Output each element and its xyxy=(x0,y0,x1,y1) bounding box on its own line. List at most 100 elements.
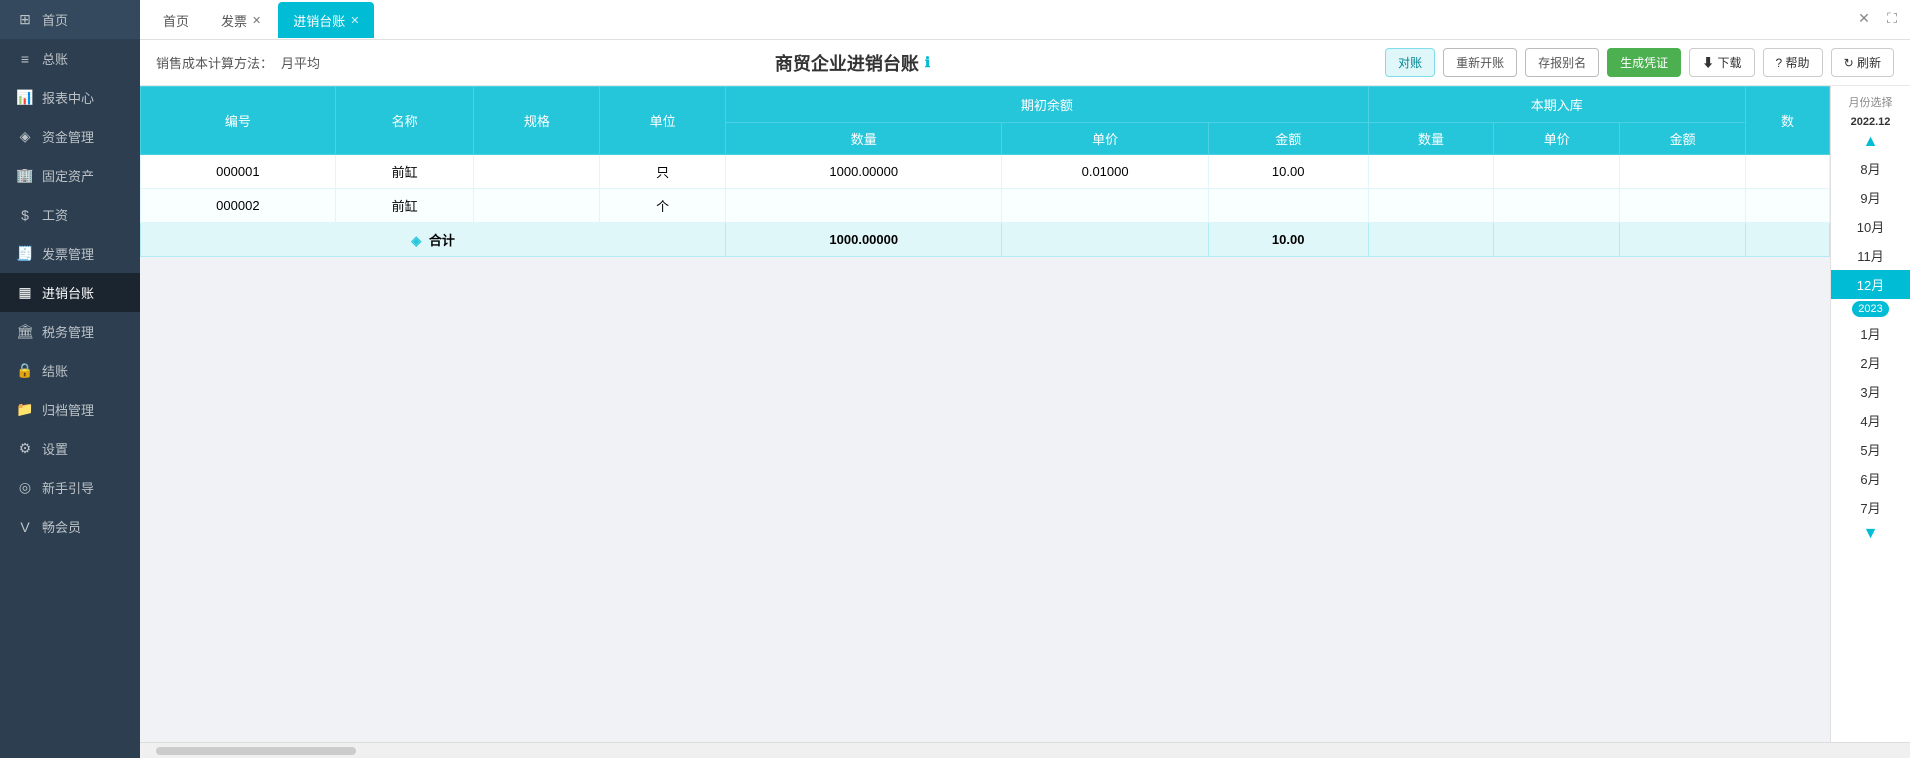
month-2[interactable]: 2月 xyxy=(1831,348,1910,377)
month-5[interactable]: 5月 xyxy=(1831,435,1910,464)
col-header-current-in: 本期入库 xyxy=(1368,87,1745,123)
download-button[interactable]: ⬇ 下载 xyxy=(1689,48,1754,77)
info-icon[interactable]: ℹ xyxy=(925,54,930,71)
year-2022-label: 2022.12 xyxy=(1851,114,1891,130)
total-opening-price xyxy=(1002,223,1208,257)
sidebar-item-invoice-mgmt[interactable]: 🧾 发票管理 xyxy=(0,234,140,273)
sidebar-item-settings[interactable]: ⚙ 设置 xyxy=(0,429,140,468)
page-title-area: 商贸企业进销台账 ℹ xyxy=(775,50,930,76)
cell-opening-price: 0.01000 xyxy=(1002,155,1208,189)
ledger-table: 编号 名称 规格 单位 期初余额 本期入库 数 数量 单价 金额 数量 单价 xyxy=(140,86,1830,257)
total-extra xyxy=(1746,223,1830,257)
cell-spec xyxy=(474,155,600,189)
cell-spec xyxy=(474,189,600,223)
tab-bar: 首页 发票 ✕ 进销台账 ✕ xyxy=(140,0,1910,40)
main-area: ✕ ⛶ 首页 发票 ✕ 进销台账 ✕ 销售成本计算方法： 月平均 商贸企业进销台… xyxy=(140,0,1910,758)
sidebar-item-label: 设置 xyxy=(42,439,68,458)
sidebar-item-label: 资金管理 xyxy=(42,127,94,146)
cell-extra xyxy=(1746,155,1830,189)
month-8[interactable]: 8月 xyxy=(1831,154,1910,183)
maximize-window-button[interactable]: ⛶ xyxy=(1882,8,1902,28)
tab-home[interactable]: 首页 xyxy=(148,2,204,38)
sidebar-item-label: 进销台账 xyxy=(42,283,94,302)
sidebar-item-label: 报表中心 xyxy=(42,88,94,107)
sidebar-item-asset[interactable]: 🏢 固定资产 xyxy=(0,156,140,195)
settings-icon: ⚙ xyxy=(16,440,34,457)
help-button[interactable]: ? 帮助 xyxy=(1763,48,1823,77)
cell-unit: 个 xyxy=(600,189,726,223)
tab-invoice[interactable]: 发票 ✕ xyxy=(206,2,276,38)
horizontal-scrollbar[interactable] xyxy=(156,747,356,755)
cell-in-amount xyxy=(1620,155,1746,189)
sidebar-item-label: 结账 xyxy=(42,361,68,380)
month-6[interactable]: 6月 xyxy=(1831,464,1910,493)
sidebar-item-finance[interactable]: ◈ 资金管理 xyxy=(0,117,140,156)
cell-in-amount xyxy=(1620,189,1746,223)
total-in-price xyxy=(1494,223,1620,257)
sidebar-item-member[interactable]: V 畅会员 xyxy=(0,507,140,546)
compare-button[interactable]: 对账 xyxy=(1385,48,1435,77)
month-selector-panel: 月份选择 2022.12 ▲ 8月 9月 10月 11月 12月 2023 1月… xyxy=(1830,86,1910,742)
month-1[interactable]: 1月 xyxy=(1831,319,1910,348)
col-sub-in-qty: 数量 xyxy=(1368,123,1494,155)
sidebar-item-purchase-sales[interactable]: ▦ 进销台账 xyxy=(0,273,140,312)
tab-invoice-label: 发票 xyxy=(221,11,247,30)
col-sub-opening-price: 单价 xyxy=(1002,123,1208,155)
col-sub-in-amount: 金额 xyxy=(1620,123,1746,155)
refresh-button[interactable]: ↻ 刷新 xyxy=(1831,48,1894,77)
sidebar-item-label: 归档管理 xyxy=(42,400,94,419)
reopen-button[interactable]: 重新开账 xyxy=(1443,48,1517,77)
total-icon: ◈ xyxy=(411,233,421,248)
sidebar-item-archive[interactable]: 📁 归档管理 xyxy=(0,390,140,429)
cell-opening-price xyxy=(1002,189,1208,223)
month-10[interactable]: 10月 xyxy=(1831,212,1910,241)
month-9[interactable]: 9月 xyxy=(1831,183,1910,212)
window-controls: ✕ ⛶ xyxy=(1854,8,1902,28)
page-title: 商贸企业进销台账 xyxy=(775,50,919,76)
total-opening-amount: 10.00 xyxy=(1208,223,1368,257)
sidebar-item-label: 固定资产 xyxy=(42,166,94,185)
content-area: 编号 名称 规格 单位 期初余额 本期入库 数 数量 单价 金额 数量 单价 xyxy=(140,86,1910,742)
month-11[interactable]: 11月 xyxy=(1831,241,1910,270)
sidebar-item-label: 税务管理 xyxy=(42,322,94,341)
tab-home-label: 首页 xyxy=(163,11,189,30)
month-7[interactable]: 7月 xyxy=(1831,493,1910,522)
month-panel-title: 月份选择 xyxy=(1849,90,1893,114)
ledger-icon: ≡ xyxy=(16,51,34,67)
member-icon: V xyxy=(16,519,34,535)
tab-purchase-sales[interactable]: 进销台账 ✕ xyxy=(278,2,374,38)
col-header-name: 名称 xyxy=(335,87,474,155)
sidebar-item-guide[interactable]: ◎ 新手引导 xyxy=(0,468,140,507)
total-label: ◈ 合计 xyxy=(141,223,726,257)
refresh-icon: ↻ xyxy=(1844,56,1854,70)
cell-opening-amount: 10.00 xyxy=(1208,155,1368,189)
sidebar-item-label: 工资 xyxy=(42,205,68,224)
generate-button[interactable]: 生成凭证 xyxy=(1607,48,1681,77)
tab-purchase-sales-close[interactable]: ✕ xyxy=(350,14,359,27)
total-row: ◈ 合计 1000.00000 10.00 xyxy=(141,223,1830,257)
sidebar-item-ledger[interactable]: ≡ 总账 xyxy=(0,39,140,78)
month-4[interactable]: 4月 xyxy=(1831,406,1910,435)
month-12[interactable]: 12月 xyxy=(1831,270,1910,299)
sidebar-item-tax[interactable]: 🏛 税务管理 xyxy=(0,312,140,351)
save-alias-button[interactable]: 存报别名 xyxy=(1525,48,1599,77)
cell-opening-qty: 1000.00000 xyxy=(726,155,1002,189)
tab-invoice-close[interactable]: ✕ xyxy=(252,14,261,27)
closing-icon: 🔒 xyxy=(16,362,34,379)
tab-purchase-sales-label: 进销台账 xyxy=(293,11,345,30)
sidebar-item-salary[interactable]: $ 工资 xyxy=(0,195,140,234)
close-window-button[interactable]: ✕ xyxy=(1854,8,1874,28)
download-icon: ⬇ xyxy=(1702,56,1714,70)
month-next-arrow[interactable]: ▼ xyxy=(1831,522,1910,546)
month-3[interactable]: 3月 xyxy=(1831,377,1910,406)
cell-code: 000001 xyxy=(141,155,336,189)
table-container[interactable]: 编号 名称 规格 单位 期初余额 本期入库 数 数量 单价 金额 数量 单价 xyxy=(140,86,1830,742)
col-sub-in-price: 单价 xyxy=(1494,123,1620,155)
cell-name: 前缸 xyxy=(335,155,474,189)
scrollbar-area[interactable] xyxy=(140,742,1910,758)
total-in-amount xyxy=(1620,223,1746,257)
sidebar-item-closing[interactable]: 🔒 结账 xyxy=(0,351,140,390)
sidebar-item-home[interactable]: ⊞ 首页 xyxy=(0,0,140,39)
month-prev-arrow[interactable]: ▲ xyxy=(1831,130,1910,154)
sidebar-item-report[interactable]: 📊 报表中心 xyxy=(0,78,140,117)
